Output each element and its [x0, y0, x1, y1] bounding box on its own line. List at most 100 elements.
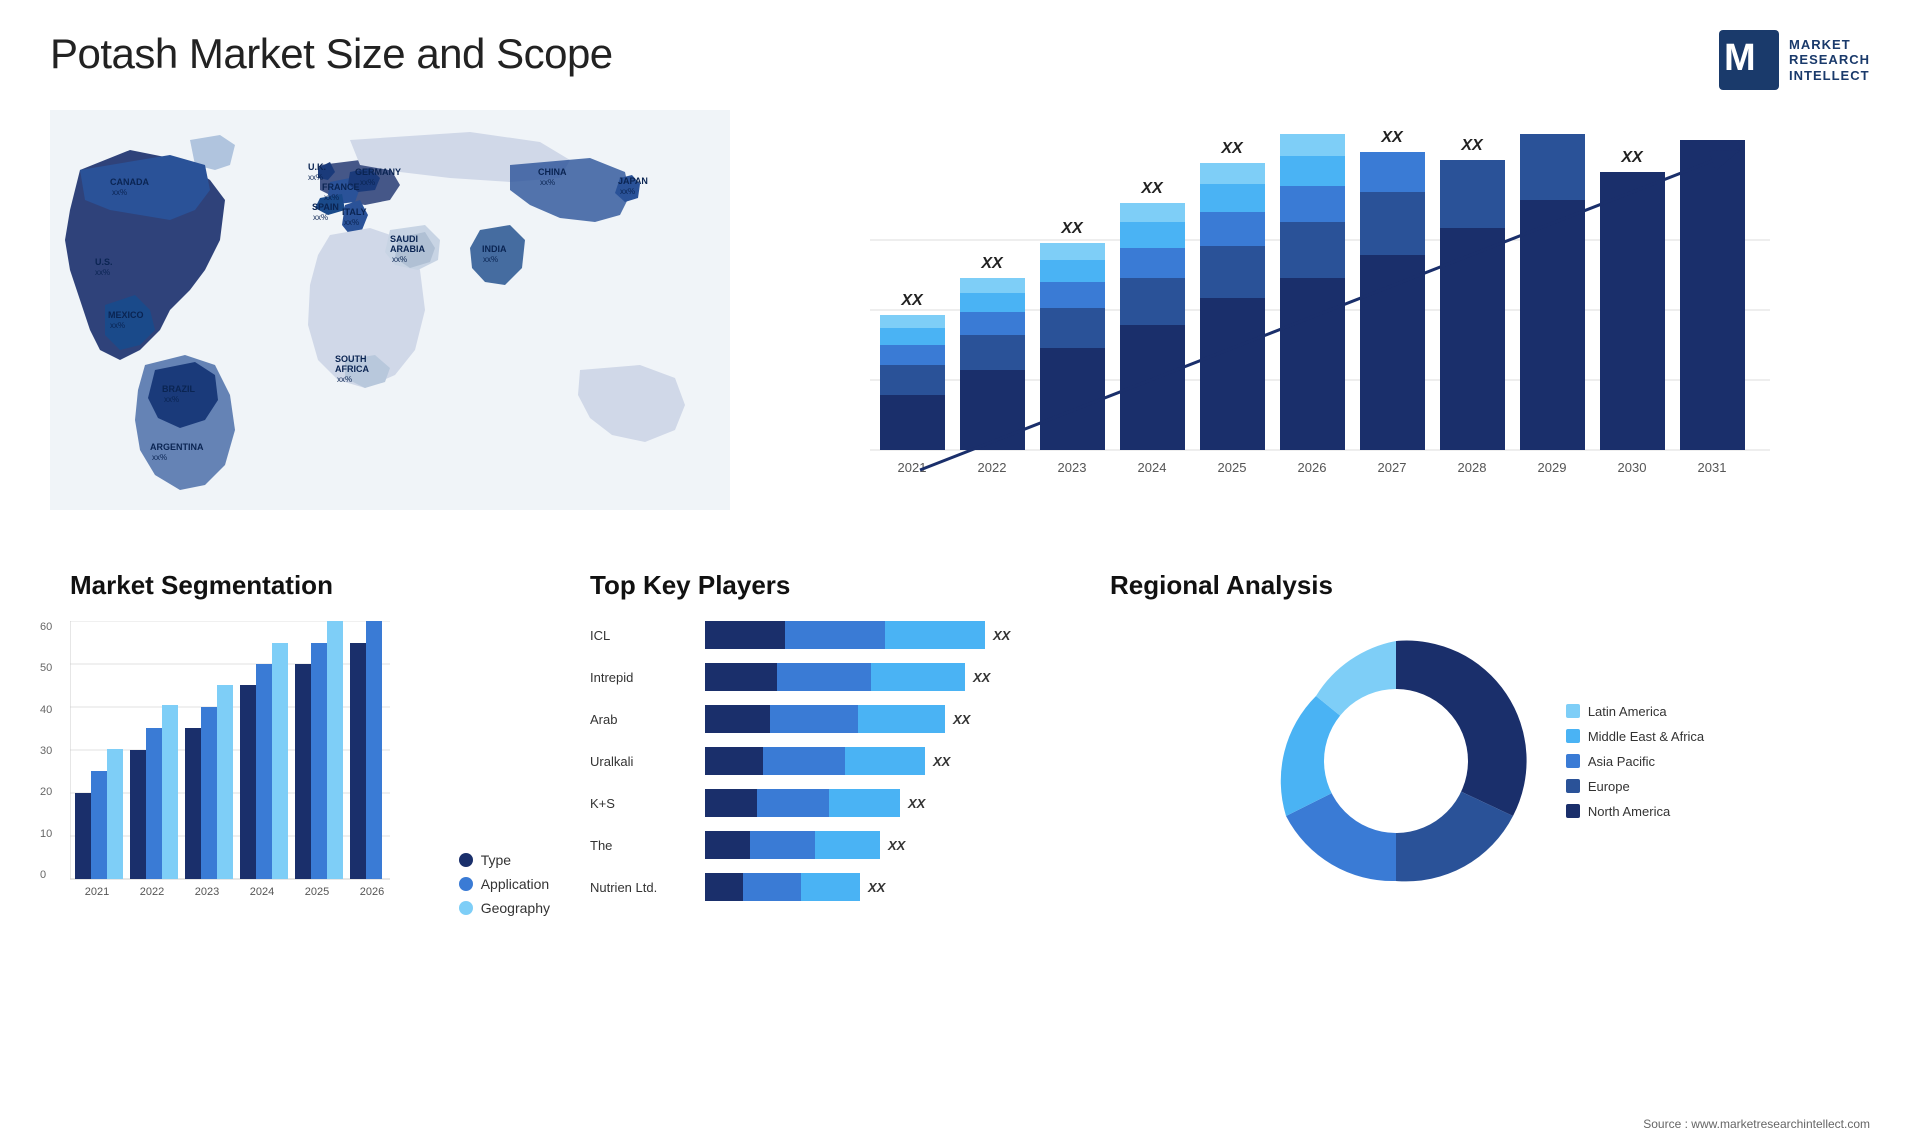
- legend-type: Type: [459, 852, 550, 868]
- label-europe: Europe: [1588, 779, 1630, 794]
- legend-dot-application: [459, 877, 473, 891]
- label-asia-pacific: Asia Pacific: [1588, 754, 1655, 769]
- dot-latin-america: [1566, 704, 1580, 718]
- legend-middle-east: Middle East & Africa: [1566, 729, 1704, 744]
- logo-line2: RESEARCH: [1789, 52, 1870, 68]
- segmentation-container: Market Segmentation 60 50 40 30 20 10 0: [50, 560, 570, 1080]
- player-bar-row-the: XX: [705, 831, 1070, 859]
- svg-text:2021: 2021: [85, 886, 109, 898]
- player-intrepid: Intrepid: [590, 663, 690, 691]
- svg-text:XX: XX: [1620, 149, 1644, 166]
- y-label-0: 0: [40, 869, 52, 881]
- growth-bars-svg: XX 2021 XX 2022: [800, 130, 1840, 490]
- svg-text:xx%: xx%: [360, 178, 375, 187]
- label-north-america: North America: [1588, 804, 1670, 819]
- dot-middle-east: [1566, 729, 1580, 743]
- regional-legend: Latin America Middle East & Africa Asia …: [1566, 704, 1704, 819]
- dot-asia-pacific: [1566, 754, 1580, 768]
- player-bar-row-uralkali: XX: [705, 747, 1070, 775]
- segmentation-title: Market Segmentation: [70, 570, 550, 601]
- regional-title: Regional Analysis: [1110, 570, 1850, 601]
- svg-text:xx%: xx%: [112, 188, 127, 197]
- player-label-icl: XX: [993, 628, 1010, 643]
- key-players-title: Top Key Players: [590, 570, 1070, 601]
- header: Potash Market Size and Scope M MARKET RE…: [50, 30, 1870, 90]
- svg-text:xx%: xx%: [337, 375, 352, 384]
- dot-north-america: [1566, 804, 1580, 818]
- svg-text:2029: 2029: [1538, 460, 1567, 475]
- svg-text:SOUTH: SOUTH: [335, 354, 367, 364]
- svg-text:U.S.: U.S.: [95, 257, 113, 267]
- legend-north-america: North America: [1566, 804, 1704, 819]
- svg-text:GERMANY: GERMANY: [355, 167, 401, 177]
- svg-text:CANADA: CANADA: [110, 177, 149, 187]
- svg-text:SAUDI: SAUDI: [390, 234, 418, 244]
- svg-text:xx%: xx%: [620, 187, 635, 196]
- growth-chart-container: XX 2021 XX 2022: [750, 110, 1870, 530]
- player-label-arab: XX: [953, 712, 970, 727]
- svg-text:2023: 2023: [195, 886, 219, 898]
- player-names-list: ICL Intrepid Arab Uralkali K+S The Nutri…: [590, 621, 690, 901]
- svg-text:MEXICO: MEXICO: [108, 310, 144, 320]
- svg-text:XX: XX: [980, 255, 1004, 272]
- svg-text:SPAIN: SPAIN: [312, 202, 339, 212]
- map-container: CANADA xx% U.S. xx% MEXICO xx% BRAZIL xx…: [50, 110, 730, 530]
- svg-text:2027: 2027: [1378, 460, 1407, 475]
- logo-line1: MARKET: [1789, 37, 1870, 53]
- y-label-30: 30: [40, 745, 52, 757]
- svg-text:2026: 2026: [360, 886, 384, 898]
- svg-text:BRAZIL: BRAZIL: [162, 384, 195, 394]
- player-label-kps: XX: [908, 796, 925, 811]
- legend-label-application: Application: [481, 876, 550, 892]
- svg-text:2023: 2023: [1058, 460, 1087, 475]
- svg-text:2021: 2021: [898, 460, 927, 475]
- legend-latin-america: Latin America: [1566, 704, 1704, 719]
- player-label-intrepid: XX: [973, 670, 990, 685]
- player-nutrien: Nutrien Ltd.: [590, 873, 690, 901]
- label-middle-east: Middle East & Africa: [1588, 729, 1704, 744]
- svg-text:2022: 2022: [978, 460, 1007, 475]
- player-arab: Arab: [590, 705, 690, 733]
- svg-text:xx%: xx%: [483, 255, 498, 264]
- svg-text:JAPAN: JAPAN: [618, 176, 648, 186]
- segmentation-legend: Type Application Geography: [459, 852, 550, 916]
- svg-text:XX: XX: [1140, 180, 1164, 197]
- svg-text:xx%: xx%: [152, 453, 167, 462]
- svg-text:CHINA: CHINA: [538, 167, 567, 177]
- svg-text:2026: 2026: [1298, 460, 1327, 475]
- svg-text:xx%: xx%: [308, 173, 323, 182]
- player-label-the: XX: [888, 838, 905, 853]
- logo-area: M MARKET RESEARCH INTELLECT: [1719, 30, 1870, 90]
- segmentation-chart-svg: 2021 2022 2023: [70, 621, 390, 911]
- svg-text:XX: XX: [1060, 220, 1084, 237]
- logo-icon: M: [1719, 30, 1779, 90]
- logo-line3: INTELLECT: [1789, 68, 1870, 84]
- svg-text:XX: XX: [900, 292, 924, 309]
- player-bar-row-arab: XX: [705, 705, 1070, 733]
- legend-europe: Europe: [1566, 779, 1704, 794]
- svg-text:2031: 2031: [1698, 460, 1727, 475]
- svg-text:xx%: xx%: [110, 321, 125, 330]
- legend-asia-pacific: Asia Pacific: [1566, 754, 1704, 769]
- svg-text:INDIA: INDIA: [482, 244, 507, 254]
- logo-text: MARKET RESEARCH INTELLECT: [1789, 37, 1870, 84]
- svg-text:2024: 2024: [1138, 460, 1167, 475]
- svg-text:xx%: xx%: [164, 395, 179, 404]
- bottom-section: Market Segmentation 60 50 40 30 20 10 0: [50, 560, 1870, 1080]
- y-label-50: 50: [40, 662, 52, 674]
- svg-text:2025: 2025: [305, 886, 329, 898]
- player-bar-row-nutrien: XX: [705, 873, 1070, 901]
- player-uralkali: Uralkali: [590, 747, 690, 775]
- player-kps: K+S: [590, 789, 690, 817]
- svg-text:ITALY: ITALY: [342, 207, 367, 217]
- legend-dot-geography: [459, 901, 473, 915]
- svg-text:xx%: xx%: [392, 255, 407, 264]
- svg-text:2025: 2025: [1218, 460, 1247, 475]
- y-label-40: 40: [40, 704, 52, 716]
- page-container: Potash Market Size and Scope M MARKET RE…: [0, 0, 1920, 1146]
- legend-dot-type: [459, 853, 473, 867]
- svg-text:ARGENTINA: ARGENTINA: [150, 442, 204, 452]
- legend-label-geography: Geography: [481, 900, 550, 916]
- svg-text:XX: XX: [1460, 137, 1484, 154]
- svg-text:xx%: xx%: [324, 193, 339, 202]
